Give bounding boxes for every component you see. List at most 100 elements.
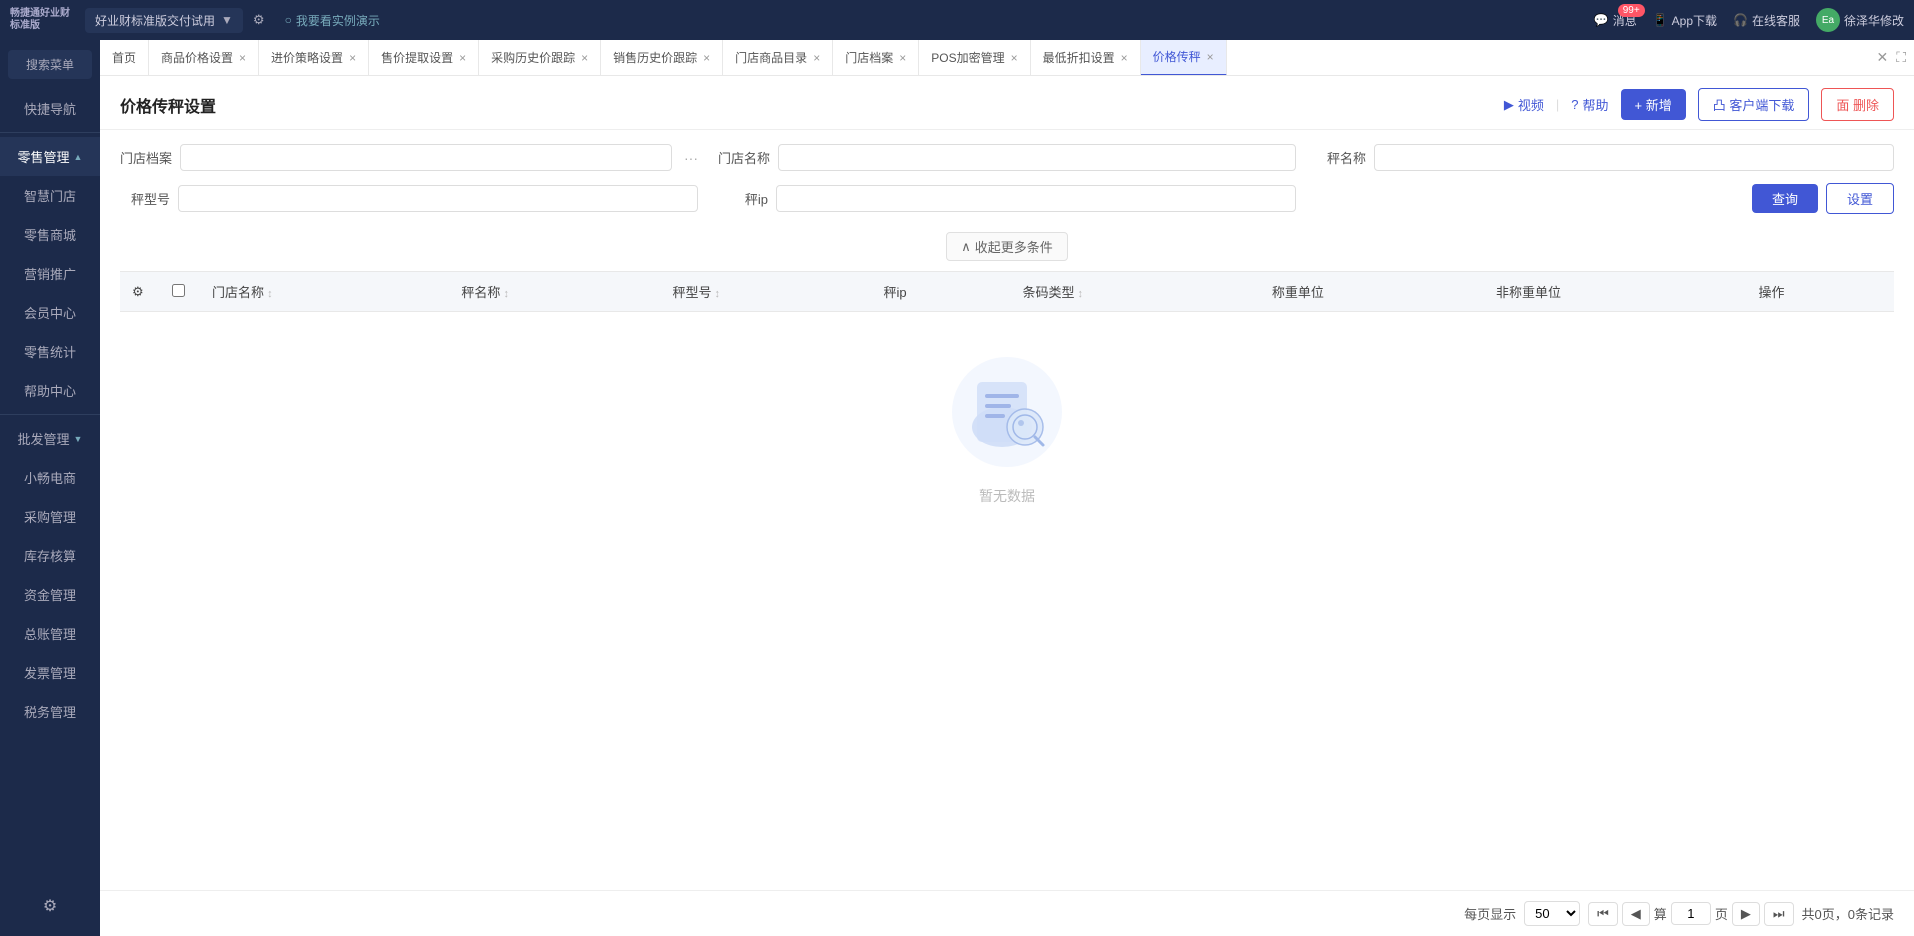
- tab-price-scale[interactable]: 价格传秤 ×: [1141, 40, 1227, 76]
- help-link[interactable]: ? 帮助: [1571, 95, 1608, 114]
- sidebar-item-retail-mall-label: 零售商城: [24, 228, 76, 243]
- tab-pos-encryption-label: POS加密管理: [931, 49, 1004, 66]
- sidebar-item-inventory-label: 库存核算: [24, 549, 76, 564]
- sidebar-item-smart-store[interactable]: 智慧门店: [0, 176, 100, 215]
- sidebar-item-retail-mall[interactable]: 零售商城: [0, 215, 100, 254]
- filter-store-name-input[interactable]: [778, 144, 1296, 171]
- sidebar-item-wholesale-mgmt[interactable]: 批发管理: [0, 419, 100, 458]
- filter-scale-model-input[interactable]: [178, 185, 698, 212]
- table-header-row: ⚙ 门店名称 秤名称 秤型号 秤ip 条码类型 称重单位 非称重单位: [120, 272, 1894, 312]
- filter-store-profile: 门店档案 ···: [120, 144, 698, 171]
- tab-pos-encryption-close[interactable]: ×: [1011, 52, 1018, 64]
- add-button[interactable]: + 新增: [1621, 89, 1686, 120]
- th-scale-model[interactable]: 秤型号: [660, 272, 871, 312]
- tab-store-profile[interactable]: 门店档案 ×: [833, 40, 919, 76]
- last-page-button[interactable]: ⏭: [1764, 902, 1794, 926]
- sidebar-item-quick-nav[interactable]: 快捷导航: [0, 89, 100, 128]
- tab-store-catalog[interactable]: 门店商品目录 ×: [723, 40, 833, 76]
- edition-selector[interactable]: 好业财标准版交付试用 ▼: [85, 8, 243, 33]
- sidebar-item-marketing[interactable]: 营销推广: [0, 254, 100, 293]
- tab-sale-history-close[interactable]: ×: [703, 52, 710, 64]
- delete-button[interactable]: 面 删除: [1821, 88, 1894, 121]
- tab-price-scale-close[interactable]: ×: [1207, 51, 1214, 63]
- messages-button[interactable]: 💬 消息 99+: [1594, 12, 1637, 29]
- demo-label: 我要看实例演示: [296, 12, 380, 29]
- filter-scale-name-input[interactable]: [1374, 144, 1894, 171]
- select-all-checkbox[interactable]: [172, 284, 185, 297]
- tab-store-profile-close[interactable]: ×: [899, 52, 906, 64]
- th-scale-name[interactable]: 秤名称: [449, 272, 660, 312]
- sidebar-item-finance-mgmt[interactable]: 资金管理: [0, 575, 100, 614]
- page-end-label: 页: [1715, 904, 1728, 923]
- online-service-button[interactable]: 🎧 在线客服: [1733, 12, 1800, 29]
- tab-purchase-strategy-label: 进价策略设置: [271, 49, 343, 66]
- user-menu[interactable]: Ea 徐泽华修改: [1816, 8, 1904, 32]
- sidebar-item-retail-stats-label: 零售统计: [24, 345, 76, 360]
- app-logo: 畅捷通好业财 标准版: [10, 8, 70, 32]
- sidebar-item-general-ledger[interactable]: 总账管理: [0, 614, 100, 653]
- sidebar-item-help-center[interactable]: 帮助中心: [0, 371, 100, 410]
- video-link[interactable]: ▶ 视频: [1504, 95, 1544, 114]
- tab-sale-extract-close[interactable]: ×: [459, 52, 466, 64]
- query-button[interactable]: 查询: [1752, 184, 1818, 213]
- tab-min-discount[interactable]: 最低折扣设置 ×: [1031, 40, 1141, 76]
- page-size-select[interactable]: 50 10 20 100: [1524, 901, 1580, 926]
- settings-icon[interactable]: ⚙: [253, 12, 265, 28]
- sidebar: 搜索菜单 快捷导航 零售管理 智慧门店 零售商城 营销推广 会员中心 零售统计: [0, 40, 100, 936]
- tab-expand-button[interactable]: ⛶: [1896, 49, 1906, 66]
- empty-row: 暂无数据: [120, 312, 1894, 547]
- th-store-name[interactable]: 门店名称: [200, 272, 449, 312]
- th-settings[interactable]: ⚙: [120, 272, 160, 312]
- sidebar-item-xiaochang-label: 小畅电商: [24, 471, 76, 486]
- next-page-button[interactable]: ▶: [1732, 902, 1760, 926]
- sidebar-divider-2: [0, 414, 100, 415]
- sidebar-item-purchase-label: 采购管理: [24, 510, 76, 525]
- app-download-button[interactable]: 📱 App下载: [1653, 12, 1717, 29]
- sidebar-gear-icon[interactable]: ⚙: [0, 886, 100, 926]
- sidebar-item-purchase-mgmt[interactable]: 采购管理: [0, 497, 100, 536]
- sidebar-item-invoice-mgmt[interactable]: 发票管理: [0, 653, 100, 692]
- settings-query-button[interactable]: 设置: [1826, 183, 1894, 214]
- tab-close-button[interactable]: ✕: [1876, 49, 1888, 66]
- empty-illustration: [947, 352, 1067, 472]
- tab-purchase-strategy[interactable]: 进价策略设置 ×: [259, 40, 369, 76]
- tab-commodity-price-close[interactable]: ×: [239, 52, 246, 64]
- sidebar-item-retail-stats[interactable]: 零售统计: [0, 332, 100, 371]
- sidebar-item-marketing-label: 营销推广: [24, 267, 76, 282]
- collapse-button[interactable]: ∧ 收起更多条件: [946, 232, 1068, 261]
- user-name: 徐泽华修改: [1844, 12, 1904, 29]
- tab-sale-history[interactable]: 销售历史价跟踪 ×: [601, 40, 723, 76]
- th-weight-unit: 称重单位: [1260, 272, 1484, 312]
- page-num-input[interactable]: 1: [1671, 902, 1711, 925]
- filter-store-profile-input[interactable]: [180, 144, 672, 171]
- first-page-button[interactable]: ⏮: [1588, 902, 1618, 926]
- tab-sale-extract[interactable]: 售价提取设置 ×: [369, 40, 479, 76]
- download-button[interactable]: 凸 客户端下载: [1698, 88, 1810, 121]
- filter-scale-model: 秤型号: [120, 185, 698, 212]
- prev-page-button[interactable]: ◀: [1622, 902, 1650, 926]
- th-barcode-type[interactable]: 条码类型: [1010, 272, 1259, 312]
- filter-scale-ip-input[interactable]: [776, 185, 1296, 212]
- sidebar-item-finance-label: 资金管理: [24, 588, 76, 603]
- tab-min-discount-close[interactable]: ×: [1121, 52, 1128, 64]
- sidebar-item-inventory-settle[interactable]: 库存核算: [0, 536, 100, 575]
- tab-purchase-history[interactable]: 采购历史价跟踪 ×: [479, 40, 601, 76]
- sidebar-item-tax-mgmt[interactable]: 税务管理: [0, 692, 100, 731]
- separator: |: [1556, 97, 1559, 112]
- sidebar-item-xiaochang-ecom[interactable]: 小畅电商: [0, 458, 100, 497]
- tab-min-discount-label: 最低折扣设置: [1043, 49, 1115, 66]
- tab-sale-extract-label: 售价提取设置: [381, 49, 453, 66]
- tab-pos-encryption[interactable]: POS加密管理 ×: [919, 40, 1030, 76]
- filter-store-profile-more-icon[interactable]: ···: [684, 150, 698, 166]
- tab-store-catalog-close[interactable]: ×: [813, 52, 820, 64]
- sidebar-item-help-center-label: 帮助中心: [24, 384, 76, 399]
- tab-home[interactable]: 首页: [100, 40, 149, 76]
- tab-purchase-history-close[interactable]: ×: [581, 52, 588, 64]
- tab-commodity-price[interactable]: 商品价格设置 ×: [149, 40, 259, 76]
- demo-link[interactable]: 我要看实例演示: [285, 12, 380, 29]
- sidebar-item-retail-mgmt[interactable]: 零售管理: [0, 137, 100, 176]
- tab-purchase-strategy-close[interactable]: ×: [349, 52, 356, 64]
- search-menu-button[interactable]: 搜索菜单: [8, 50, 92, 79]
- sidebar-item-member-center[interactable]: 会员中心: [0, 293, 100, 332]
- sidebar-divider-1: [0, 132, 100, 133]
